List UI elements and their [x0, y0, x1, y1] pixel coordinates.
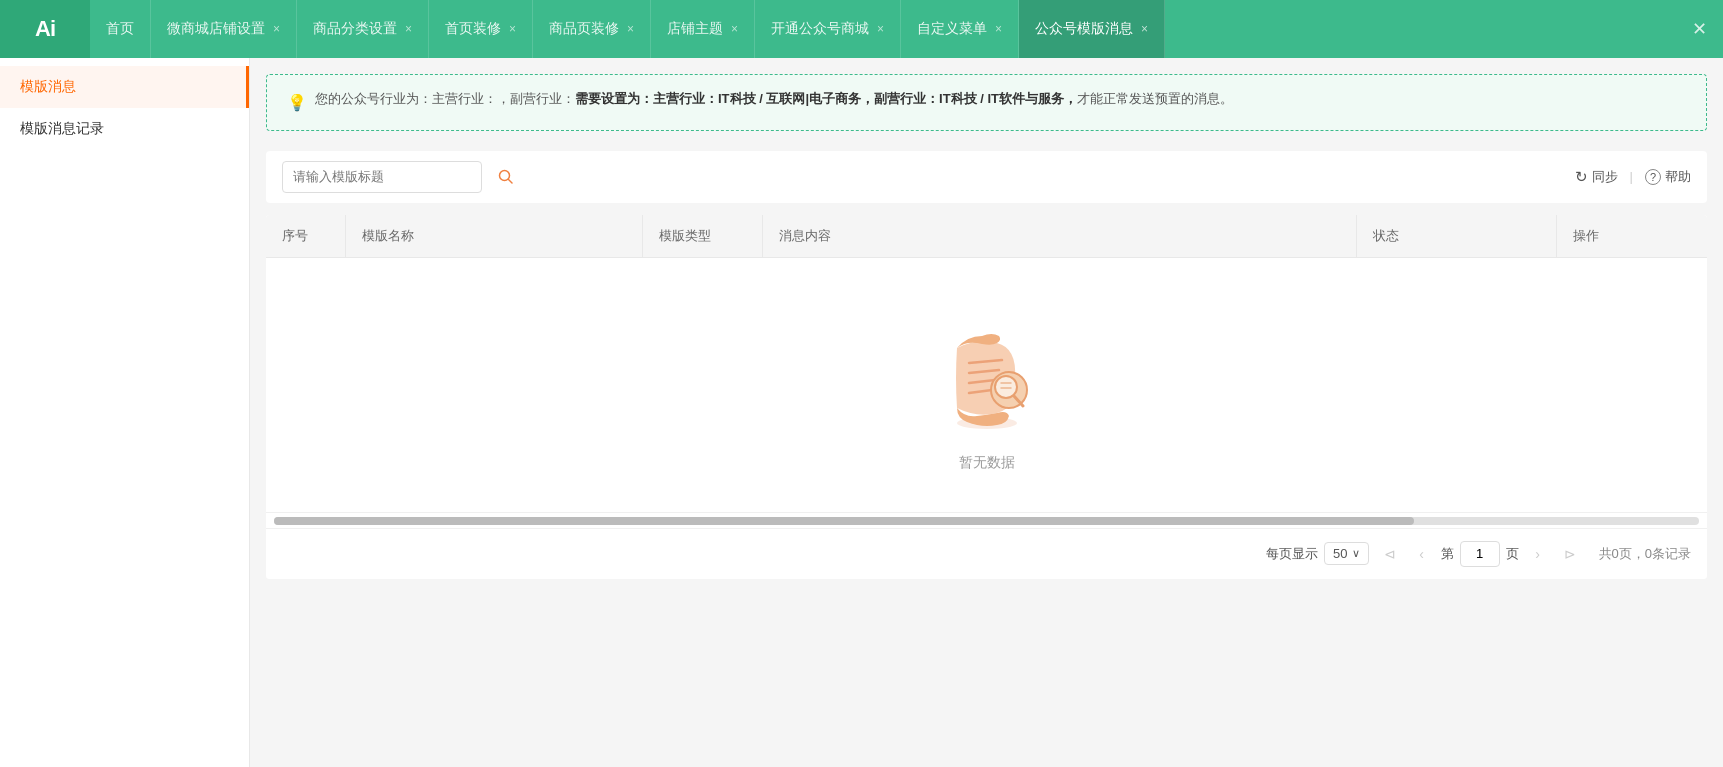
- search-input[interactable]: [282, 161, 482, 193]
- per-page-label: 每页显示: [1266, 545, 1318, 563]
- page-number-input[interactable]: [1460, 541, 1500, 567]
- close-tab-icon[interactable]: ×: [1141, 22, 1148, 36]
- empty-text: 暂无数据: [959, 454, 1015, 472]
- content-area: 💡 您的公众号行业为：主营行业：，副营行业：需要设置为：主营行业：IT科技 / …: [250, 58, 1723, 767]
- search-left: [282, 161, 522, 193]
- close-tab-icon[interactable]: ×: [731, 22, 738, 36]
- last-page-button[interactable]: ⊳: [1557, 541, 1583, 567]
- notice-highlight: 需要设置为：主营行业：IT科技 / 互联网|电子商务，副营行业：IT科技 / I…: [575, 91, 1077, 106]
- search-bar: ↻ 同步 | ? 帮助: [266, 151, 1707, 203]
- search-icon: [498, 169, 514, 185]
- table-header-cell: 消息内容: [763, 215, 1357, 257]
- nav-tab-label: 自定义菜单: [917, 20, 987, 38]
- nav-tab-template-msg[interactable]: 公众号模版消息 ×: [1019, 0, 1165, 58]
- search-button[interactable]: [490, 161, 522, 193]
- top-navigation: Ai 首页微商城店铺设置×商品分类设置×首页装修×商品页装修×店铺主题×开通公众…: [0, 0, 1723, 58]
- empty-illustration: [927, 318, 1047, 438]
- nav-tab-label: 商品分类设置: [313, 20, 397, 38]
- empty-state: 暂无数据: [266, 258, 1707, 512]
- pagination-controls: ⊲ ‹ 第 页 › ⊳: [1377, 541, 1583, 567]
- close-tab-icon[interactable]: ×: [509, 22, 516, 36]
- table-header: 序号模版名称模版类型消息内容状态操作: [266, 215, 1707, 258]
- sidebar-item-template-msg[interactable]: 模版消息: [0, 66, 249, 108]
- notice-text: 您的公众号行业为：主营行业：，副营行业：需要设置为：主营行业：IT科技 / 互联…: [315, 89, 1233, 110]
- total-info: 共0页，0条记录: [1599, 545, 1691, 563]
- help-icon: ?: [1645, 169, 1661, 185]
- search-right: ↻ 同步 | ? 帮助: [1575, 168, 1691, 186]
- close-tab-icon[interactable]: ×: [877, 22, 884, 36]
- nav-tab-label: 首页装修: [445, 20, 501, 38]
- nav-tab-micro-store[interactable]: 微商城店铺设置 ×: [151, 0, 297, 58]
- nav-tab-label: 商品页装修: [549, 20, 619, 38]
- table-header-cell: 模版类型: [643, 215, 763, 257]
- nav-tab-label: 开通公众号商城: [771, 20, 869, 38]
- nav-tab-label: 微商城店铺设置: [167, 20, 265, 38]
- per-page-dropdown[interactable]: 50 ∨: [1324, 542, 1368, 565]
- horizontal-scrollbar[interactable]: [266, 512, 1707, 528]
- nav-tab-product-decoration[interactable]: 商品页装修 ×: [533, 0, 651, 58]
- nav-tab-label: 首页: [106, 20, 134, 38]
- sidebar-item-template-msg-record[interactable]: 模版消息记录: [0, 108, 249, 150]
- table-header-cell: 操作: [1557, 215, 1707, 257]
- pagination: 每页显示 50 ∨ ⊲ ‹ 第 页 › ⊳ 共0页，0条记录: [266, 528, 1707, 579]
- nav-tab-custom-menu[interactable]: 自定义菜单 ×: [901, 0, 1019, 58]
- close-tab-icon[interactable]: ×: [995, 22, 1002, 36]
- nav-tab-store-theme[interactable]: 店铺主题 ×: [651, 0, 755, 58]
- nav-tab-home[interactable]: 首页: [90, 0, 151, 58]
- chevron-down-icon: ∨: [1352, 547, 1360, 560]
- app-logo: Ai: [0, 0, 90, 58]
- per-page-select: 每页显示 50 ∨: [1266, 542, 1368, 565]
- main-layout: 模版消息模版消息记录 💡 您的公众号行业为：主营行业：，副营行业：需要设置为：主…: [0, 58, 1723, 767]
- sidebar: 模版消息模版消息记录: [0, 58, 250, 767]
- per-page-value: 50: [1333, 546, 1347, 561]
- sync-icon: ↻: [1575, 168, 1588, 186]
- close-tab-icon[interactable]: ×: [627, 22, 634, 36]
- nav-tab-label: 店铺主题: [667, 20, 723, 38]
- sidebar-item-label: 模版消息记录: [20, 120, 104, 136]
- sidebar-item-label: 模版消息: [20, 78, 76, 94]
- close-tab-icon[interactable]: ×: [405, 22, 412, 36]
- sync-label: 同步: [1592, 168, 1618, 186]
- prev-page-button[interactable]: ‹: [1409, 541, 1435, 567]
- table-header-cell: 模版名称: [346, 215, 643, 257]
- divider: |: [1630, 169, 1633, 184]
- next-page-button[interactable]: ›: [1525, 541, 1551, 567]
- nav-tab-home-decoration[interactable]: 首页装修 ×: [429, 0, 533, 58]
- close-tab-icon[interactable]: ×: [273, 22, 280, 36]
- notice-icon: 💡: [287, 90, 307, 116]
- svg-line-1: [509, 179, 513, 183]
- table-header-cell: 序号: [266, 215, 346, 257]
- nav-tab-open-mall[interactable]: 开通公众号商城 ×: [755, 0, 901, 58]
- notice-banner: 💡 您的公众号行业为：主营行业：，副营行业：需要设置为：主营行业：IT科技 / …: [266, 74, 1707, 131]
- page-prefix: 第: [1441, 545, 1454, 563]
- table-header-cell: 状态: [1357, 215, 1557, 257]
- help-label: 帮助: [1665, 168, 1691, 186]
- table-wrapper: 序号模版名称模版类型消息内容状态操作: [266, 215, 1707, 579]
- first-page-button[interactable]: ⊲: [1377, 541, 1403, 567]
- page-suffix: 页: [1506, 545, 1519, 563]
- nav-tab-product-category[interactable]: 商品分类设置 ×: [297, 0, 429, 58]
- nav-tabs-container: 首页微商城店铺设置×商品分类设置×首页装修×商品页装修×店铺主题×开通公众号商城…: [90, 0, 1676, 58]
- nav-tab-label: 公众号模版消息: [1035, 20, 1133, 38]
- help-button[interactable]: ? 帮助: [1645, 168, 1691, 186]
- close-all-button[interactable]: ✕: [1676, 0, 1723, 58]
- sync-button[interactable]: ↻ 同步: [1575, 168, 1618, 186]
